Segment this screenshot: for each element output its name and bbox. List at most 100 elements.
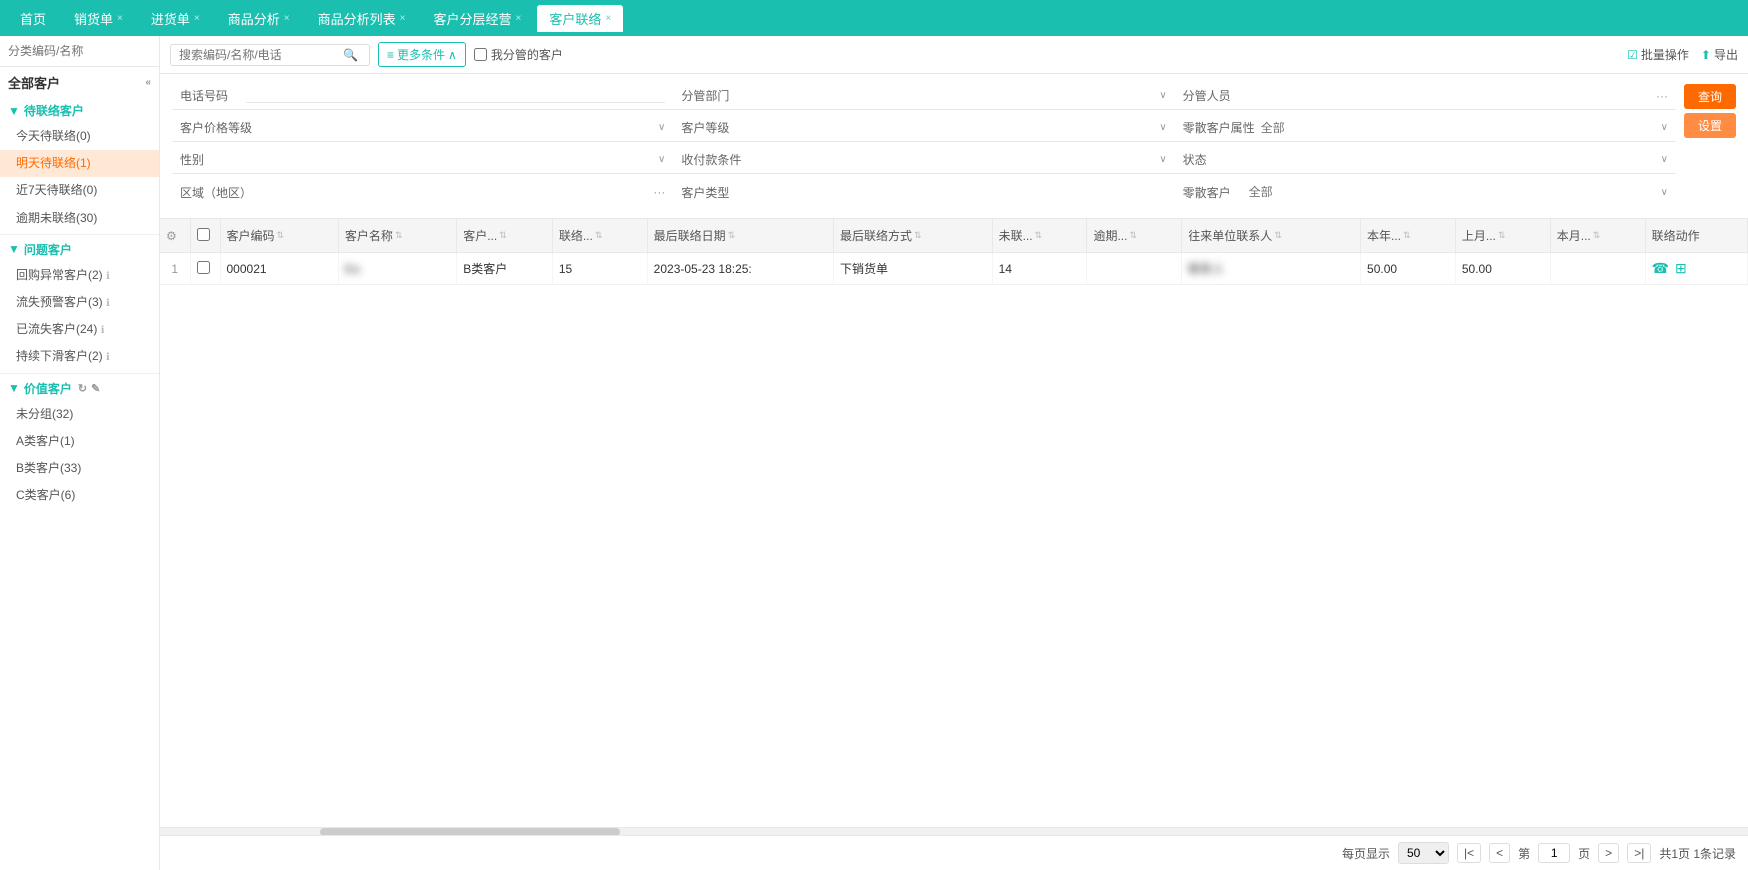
sidebar-item-declining[interactable]: 持续下滑客户(2) ℹ — [0, 343, 159, 370]
sort-icon[interactable]: ⇅ — [1403, 230, 1411, 241]
chevron-down-icon[interactable]: ∨ — [1159, 122, 1166, 133]
chevron-down-icon[interactable]: ∨ — [658, 122, 665, 133]
payment-input[interactable] — [747, 153, 1153, 167]
my-customers-checkbox[interactable] — [474, 48, 487, 61]
sort-icon[interactable]: ⇅ — [1498, 230, 1506, 241]
nav-purchase-order[interactable]: 进货单 × — [139, 5, 212, 32]
close-icon[interactable]: × — [117, 13, 123, 24]
nav-home[interactable]: 首页 — [8, 5, 58, 32]
retail-attr-input[interactable] — [1261, 121, 1655, 135]
nav-product-analysis[interactable]: 商品分析 × — [216, 5, 302, 32]
sidebar-item-tomorrow[interactable]: 明天待联络(1) — [0, 150, 159, 177]
sort-icon[interactable]: ⇅ — [1129, 230, 1137, 241]
total-count: 共1页 1条记录 — [1659, 845, 1736, 862]
sidebar-item-b-class[interactable]: B类客户(33) — [0, 455, 159, 482]
sidebar-item-a-class[interactable]: A类客户(1) — [0, 428, 159, 455]
first-page-button[interactable]: |< — [1457, 843, 1481, 863]
more-icon[interactable]: ··· — [653, 185, 665, 199]
sort-icon[interactable]: ⇅ — [499, 230, 507, 241]
sidebar-item-abnormal[interactable]: 回购异常客户(2) ℹ — [0, 262, 159, 289]
more-filter-button[interactable]: ≡ 更多条件 ∧ — [378, 42, 466, 67]
nav-product-analysis-list[interactable]: 商品分析列表 × — [306, 5, 418, 32]
row-select-checkbox[interactable] — [197, 261, 210, 274]
edit-icon[interactable]: ✎ — [91, 382, 100, 395]
next-page-button[interactable]: > — [1598, 843, 1619, 863]
dept-input[interactable] — [747, 89, 1153, 103]
more-icon[interactable]: ··· — [1656, 89, 1668, 103]
row-code: 000021 — [220, 253, 338, 285]
chevron-down-icon[interactable]: ∨ — [658, 154, 665, 165]
close-icon[interactable]: × — [284, 13, 290, 24]
close-icon[interactable]: × — [194, 13, 200, 24]
area-input[interactable] — [258, 185, 647, 199]
qrcode-icon[interactable]: ⊞ — [1675, 260, 1687, 277]
close-icon[interactable]: × — [515, 13, 521, 24]
sort-icon[interactable]: ⇅ — [1035, 230, 1043, 241]
filter-row-2: 客户价格等级 ∨ 客户等级 ∨ 零散客户属性 ∨ — [172, 114, 1676, 142]
gender-input[interactable] — [246, 153, 652, 167]
price-level-input[interactable] — [258, 121, 652, 135]
sort-icon[interactable]: ⇅ — [1274, 230, 1282, 241]
sidebar-item-ungrouped[interactable]: 未分组(32) — [0, 401, 159, 428]
sort-icon[interactable]: ⇅ — [395, 230, 403, 241]
nav-customer-tier[interactable]: 客户分层经营 × — [421, 5, 533, 32]
query-button[interactable]: 查询 — [1684, 84, 1736, 109]
manager-input[interactable] — [1249, 89, 1650, 103]
per-page-select[interactable]: 50 100 200 — [1398, 842, 1449, 864]
export-button[interactable]: ⬆ 导出 — [1701, 46, 1738, 63]
chevron-down-icon[interactable]: ∨ — [1661, 154, 1668, 165]
chevron-down-icon[interactable]: ∨ — [1661, 187, 1668, 198]
sidebar-item-overdue[interactable]: 逾期未联络(30) — [0, 205, 159, 232]
batch-op-button[interactable]: ☑ 批量操作 — [1627, 46, 1689, 63]
last-page-button[interactable]: >| — [1627, 843, 1651, 863]
sidebar-item-7days[interactable]: 近7天待联络(0) — [0, 177, 159, 204]
filter-status: 状态 ∨ — [1175, 146, 1676, 174]
th-uncontacted: 未联... ⇅ — [992, 219, 1087, 253]
th-action: 联络动作 — [1645, 219, 1747, 253]
search-icon[interactable]: 🔍 — [343, 48, 358, 62]
page-num-input[interactable] — [1538, 843, 1570, 863]
all-customers-section[interactable]: 全部客户 « — [0, 67, 159, 98]
filter-manager: 分管人员 ··· — [1175, 82, 1676, 110]
close-icon[interactable]: × — [400, 13, 406, 24]
sort-icon[interactable]: ⇅ — [1593, 230, 1601, 241]
filter-retail-customer: 零散客户 ∨ — [1175, 178, 1676, 206]
phone-input[interactable] — [246, 88, 665, 103]
phone-icon[interactable]: ☎ — [1652, 260, 1669, 277]
sidebar-item-today[interactable]: 今天待联络(0) — [0, 123, 159, 150]
search-input[interactable] — [179, 48, 339, 62]
set-button[interactable]: 设置 — [1684, 113, 1736, 138]
retail-customer-input[interactable] — [1249, 185, 1655, 199]
close-icon[interactable]: × — [605, 13, 611, 24]
sidebar-group-problem: ▼ 问题客户 — [0, 237, 159, 262]
sidebar-item-c-class[interactable]: C类客户(6) — [0, 482, 159, 509]
customer-level-input[interactable] — [747, 121, 1153, 135]
refresh-icon[interactable]: ↻ — [78, 382, 87, 395]
filter-actions: 查询 设置 — [1684, 82, 1736, 138]
filter-retail-attr: 零散客户属性 ∨ — [1175, 114, 1676, 142]
customer-type-input[interactable] — [747, 185, 1166, 199]
sort-icon[interactable]: ⇅ — [914, 230, 922, 241]
sidebar-search-input[interactable] — [8, 44, 160, 58]
chevron-up-icon: ∧ — [448, 48, 457, 62]
chevron-down-icon[interactable]: ∨ — [1159, 154, 1166, 165]
sort-icon[interactable]: ⇅ — [595, 230, 603, 241]
sort-icon[interactable]: ⇅ — [277, 230, 285, 241]
sidebar-item-churn-warning[interactable]: 流失预警客户(3) ℹ — [0, 289, 159, 316]
nav-sales-order[interactable]: 销货单 × — [62, 5, 135, 32]
row-last-contact-date: 2023-05-23 18:25: — [647, 253, 833, 285]
th-last-contact-method: 最后联络方式 ⇅ — [833, 219, 992, 253]
chevron-down-icon[interactable]: ∨ — [1159, 90, 1166, 101]
sort-icon[interactable]: ⇅ — [728, 230, 736, 241]
gear-icon[interactable]: ⚙ — [166, 229, 177, 243]
row-last-month: 50.00 — [1455, 253, 1550, 285]
my-customers-checkbox-label[interactable]: 我分管的客户 — [474, 46, 563, 63]
row-last-contact-method: 下销货单 — [833, 253, 992, 285]
prev-page-button[interactable]: < — [1489, 843, 1510, 863]
th-last-contact-date: 最后联络日期 ⇅ — [647, 219, 833, 253]
status-input[interactable] — [1249, 153, 1655, 167]
sidebar-item-churned[interactable]: 已流失客户(24) ℹ — [0, 316, 159, 343]
nav-customer-contact[interactable]: 客户联络 × — [537, 5, 623, 32]
select-all-checkbox[interactable] — [197, 228, 210, 241]
chevron-down-icon[interactable]: ∨ — [1661, 122, 1668, 133]
